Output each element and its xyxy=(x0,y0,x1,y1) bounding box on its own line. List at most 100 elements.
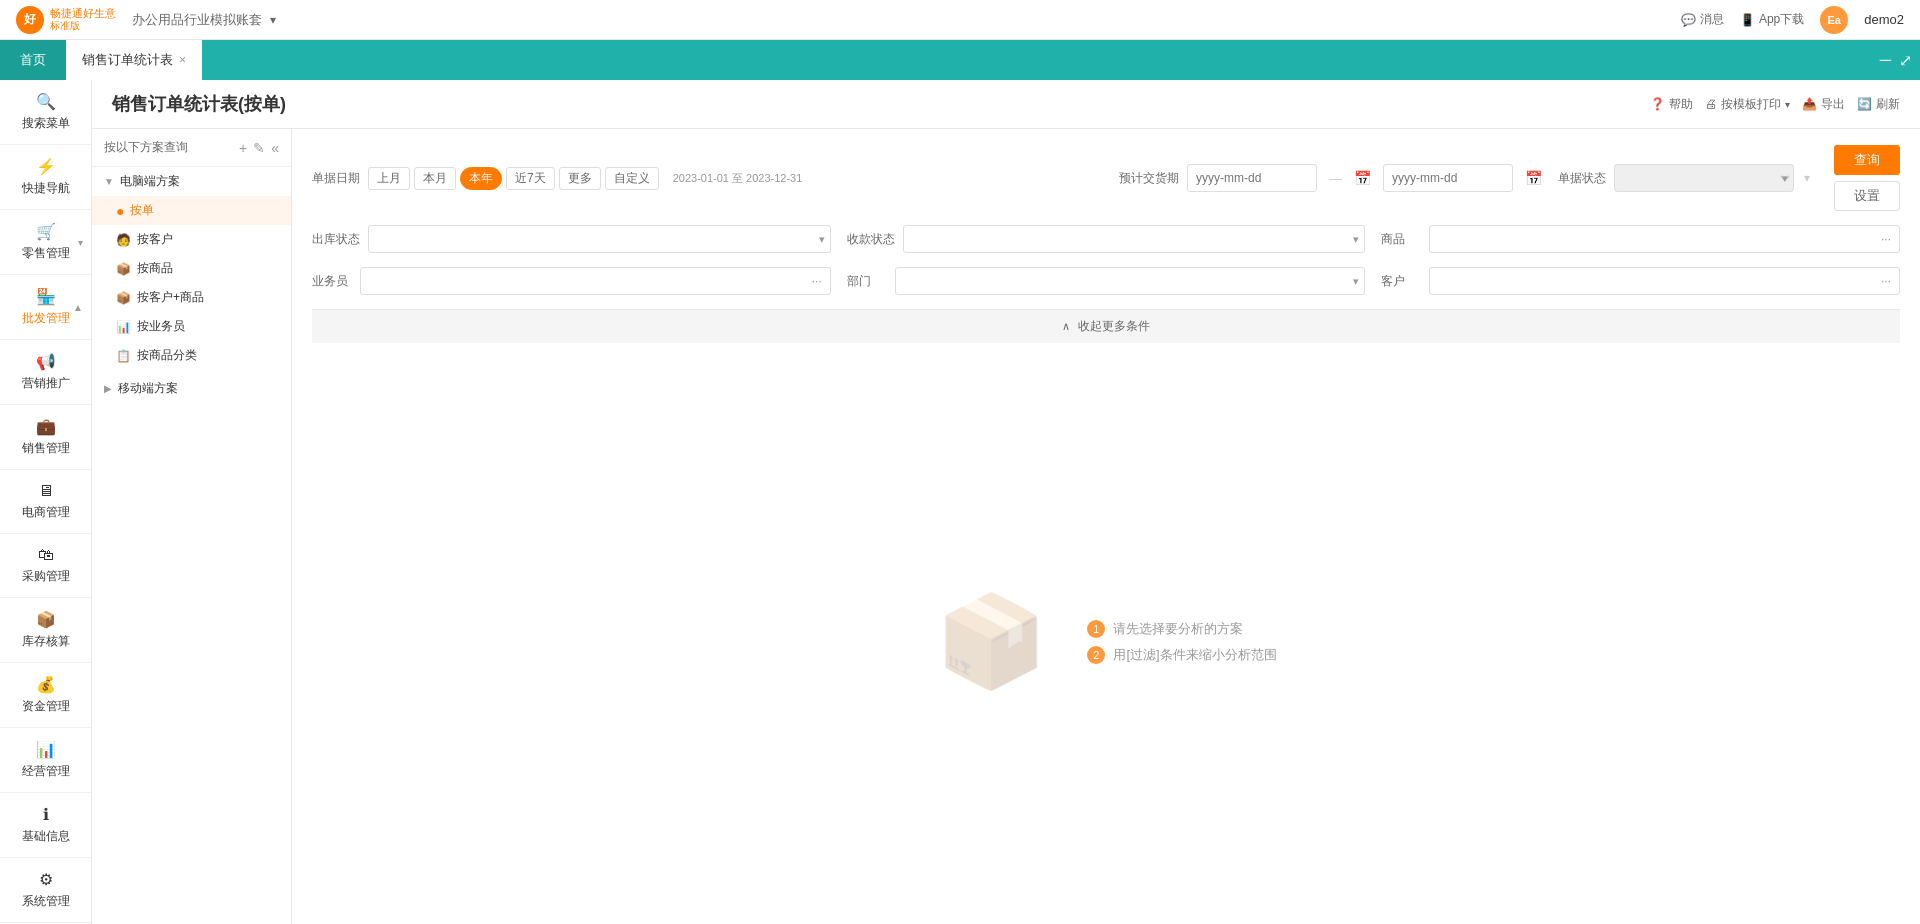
date-btn-custom[interactable]: 自定义 xyxy=(605,167,659,190)
collapse-panel-btn[interactable]: « xyxy=(271,140,279,156)
sidebar-item-ecom[interactable]: 🖥 电商管理 xyxy=(0,470,91,534)
window-minimize-icon[interactable]: ─ xyxy=(1880,51,1891,69)
dept-select[interactable] xyxy=(895,267,1366,295)
expected-date-start[interactable] xyxy=(1187,164,1317,192)
expected-date-end[interactable] xyxy=(1383,164,1513,192)
tab-home[interactable]: 首页 xyxy=(0,40,66,80)
customer-input-wrap[interactable]: ··· xyxy=(1429,267,1900,295)
date-sep-icon: — xyxy=(1329,171,1342,186)
stock-status-item: 出库状态 ▾ xyxy=(312,225,831,253)
date-btn-last-month[interactable]: 上月 xyxy=(368,167,410,190)
filter-row-1: 单据日期 上月 本月 本年 近7天 更多 自定义 2023-01-01 至 20… xyxy=(312,145,1900,211)
tab-sales-order[interactable]: 销售订单统计表 × xyxy=(66,40,202,80)
tree-item-by-goods-cat[interactable]: 📋 按商品分类 xyxy=(92,341,291,370)
tab-close-btn[interactable]: × xyxy=(179,53,186,67)
empty-tips: 1 请先选择要分析的方案 2 用[过滤]条件来缩小分析范围 xyxy=(1087,620,1276,664)
tree-mobile-group[interactable]: ▶ 移动端方案 xyxy=(92,374,291,403)
goods-more-icon[interactable]: ··· xyxy=(1881,232,1891,246)
customer-more-icon[interactable]: ··· xyxy=(1881,274,1891,288)
payment-status-label: 收款状态 xyxy=(847,231,895,248)
tip-num-2: 2 xyxy=(1087,646,1105,664)
purchase-icon: 🛍 xyxy=(38,546,54,564)
top-bar-title: 办公用品行业模拟账套 xyxy=(132,11,262,29)
message-btn[interactable]: 💬 消息 xyxy=(1681,11,1724,28)
tip-num-1: 1 xyxy=(1087,620,1105,638)
avatar[interactable]: Ea xyxy=(1820,6,1848,34)
status-dropdown-icon: ▾ xyxy=(1804,171,1810,185)
date-btns: 上月 本月 本年 近7天 更多 自定义 xyxy=(368,167,659,190)
page-title: 销售订单统计表(按单) xyxy=(112,92,286,128)
date-btn-more[interactable]: 更多 xyxy=(559,167,601,190)
user-name[interactable]: demo2 xyxy=(1864,12,1904,27)
salesman-label: 业务员 xyxy=(312,273,352,290)
stock-status-select[interactable] xyxy=(368,225,831,253)
calendar-start-icon[interactable]: 📅 xyxy=(1354,170,1371,186)
tree-item-by-salesman[interactable]: 📊 按业务员 xyxy=(92,312,291,341)
sidebar-item-quick-nav[interactable]: ⚡ 快捷导航 xyxy=(0,145,91,210)
download-icon: 📱 xyxy=(1740,13,1755,27)
export-icon: 📤 xyxy=(1802,97,1817,111)
tree-item-by-customer[interactable]: 🧑 按客户 xyxy=(92,225,291,254)
app-download-btn[interactable]: 📱 App下载 xyxy=(1740,11,1804,28)
inventory-icon: 📦 xyxy=(36,610,56,629)
sidebar-item-sys[interactable]: ⚙ 系统管理 xyxy=(0,858,91,923)
status-select-wrap xyxy=(1614,164,1794,192)
by-cust-goods-icon: 📦 xyxy=(116,291,131,305)
salesman-more-icon[interactable]: ··· xyxy=(812,274,822,288)
ecom-icon: 🖥 xyxy=(38,482,54,500)
left-panel-header: 按以下方案查询 + ✎ « xyxy=(92,129,291,167)
customer-input[interactable] xyxy=(1438,274,1881,288)
salesman-item: 业务员 ··· xyxy=(312,267,831,295)
add-scheme-btn[interactable]: + xyxy=(239,140,247,156)
logo-text: 畅捷通好生意 标准版 xyxy=(50,7,116,32)
wholesale-arrow: ▲ xyxy=(73,302,83,313)
calendar-end-icon[interactable]: 📅 xyxy=(1525,170,1542,186)
sidebar-item-wholesale[interactable]: 🏪 批发管理 ▲ xyxy=(0,275,91,340)
date-btn-this-year[interactable]: 本年 xyxy=(460,167,502,190)
goods-input-wrap[interactable]: ··· xyxy=(1429,225,1900,253)
tree-item-by-order[interactable]: ● 按单 xyxy=(92,196,291,225)
tree-desktop-group: ▼ 电脑端方案 xyxy=(92,167,291,196)
title-dropdown-btn[interactable]: ▾ xyxy=(270,13,276,27)
page-header: 销售订单统计表(按单) ❓ 帮助 🖨 按模板打印 ▾ 📤 导出 🔄 刷新 xyxy=(92,80,1920,129)
sidebar-item-search-menu[interactable]: 🔍 搜索菜单 xyxy=(0,80,91,145)
date-filter-group: 单据日期 上月 本月 本年 近7天 更多 自定义 2023-01-01 至 20… xyxy=(312,167,802,190)
window-maximize-icon[interactable]: ⤢ xyxy=(1899,51,1912,70)
edit-scheme-btn[interactable]: ✎ xyxy=(253,140,265,156)
status-label: 单据状态 xyxy=(1558,170,1606,187)
date-btn-this-month[interactable]: 本月 xyxy=(414,167,456,190)
tab-bar-actions: ─ ⤢ xyxy=(1880,51,1920,70)
sidebar-item-basic[interactable]: ℹ 基础信息 xyxy=(0,793,91,858)
dept-label: 部门 xyxy=(847,273,887,290)
by-order-icon: ● xyxy=(116,203,124,219)
left-panel-icons: + ✎ « xyxy=(239,140,279,156)
logo-area: 好 畅捷通好生意 标准版 xyxy=(16,6,116,34)
sidebar-item-ops[interactable]: 📊 经营管理 xyxy=(0,728,91,793)
refresh-btn[interactable]: 🔄 刷新 xyxy=(1857,96,1900,113)
sidebar-item-sales[interactable]: 💼 销售管理 xyxy=(0,405,91,470)
date-btn-last7[interactable]: 近7天 xyxy=(506,167,555,190)
export-btn[interactable]: 📤 导出 xyxy=(1802,96,1845,113)
dept-item: 部门 ▾ xyxy=(847,267,1366,295)
sidebar-item-finance[interactable]: 💰 资金管理 xyxy=(0,663,91,728)
sidebar-item-retail[interactable]: 🛒 零售管理 ▾ xyxy=(0,210,91,275)
sidebar-item-marketing[interactable]: 📢 营销推广 xyxy=(0,340,91,405)
collapse-bar[interactable]: ∧ 收起更多条件 xyxy=(312,309,1900,343)
collapse-label: 收起更多条件 xyxy=(1078,319,1150,333)
help-btn[interactable]: ❓ 帮助 xyxy=(1650,96,1693,113)
goods-input[interactable] xyxy=(1438,232,1881,246)
tree-desktop-label: 电脑端方案 xyxy=(120,173,180,190)
salesman-input-wrap[interactable]: ··· xyxy=(360,267,831,295)
empty-illustration: 📦 xyxy=(935,589,1047,694)
payment-status-select[interactable] xyxy=(903,225,1366,253)
salesman-input[interactable] xyxy=(369,274,812,288)
sidebar-item-inventory[interactable]: 📦 库存核算 xyxy=(0,598,91,663)
query-btn[interactable]: 查询 xyxy=(1834,145,1900,175)
tree-item-by-cust-goods[interactable]: 📦 按客户+商品 xyxy=(92,283,291,312)
print-btn[interactable]: 🖨 按模板打印 ▾ xyxy=(1705,96,1790,113)
sidebar-item-purchase[interactable]: 🛍 采购管理 xyxy=(0,534,91,598)
tree-item-by-goods[interactable]: 📦 按商品 xyxy=(92,254,291,283)
settings-btn[interactable]: 设置 xyxy=(1834,181,1900,211)
status-select[interactable] xyxy=(1614,164,1794,192)
filter-area: 单据日期 上月 本月 本年 近7天 更多 自定义 2023-01-01 至 20… xyxy=(292,129,1920,359)
